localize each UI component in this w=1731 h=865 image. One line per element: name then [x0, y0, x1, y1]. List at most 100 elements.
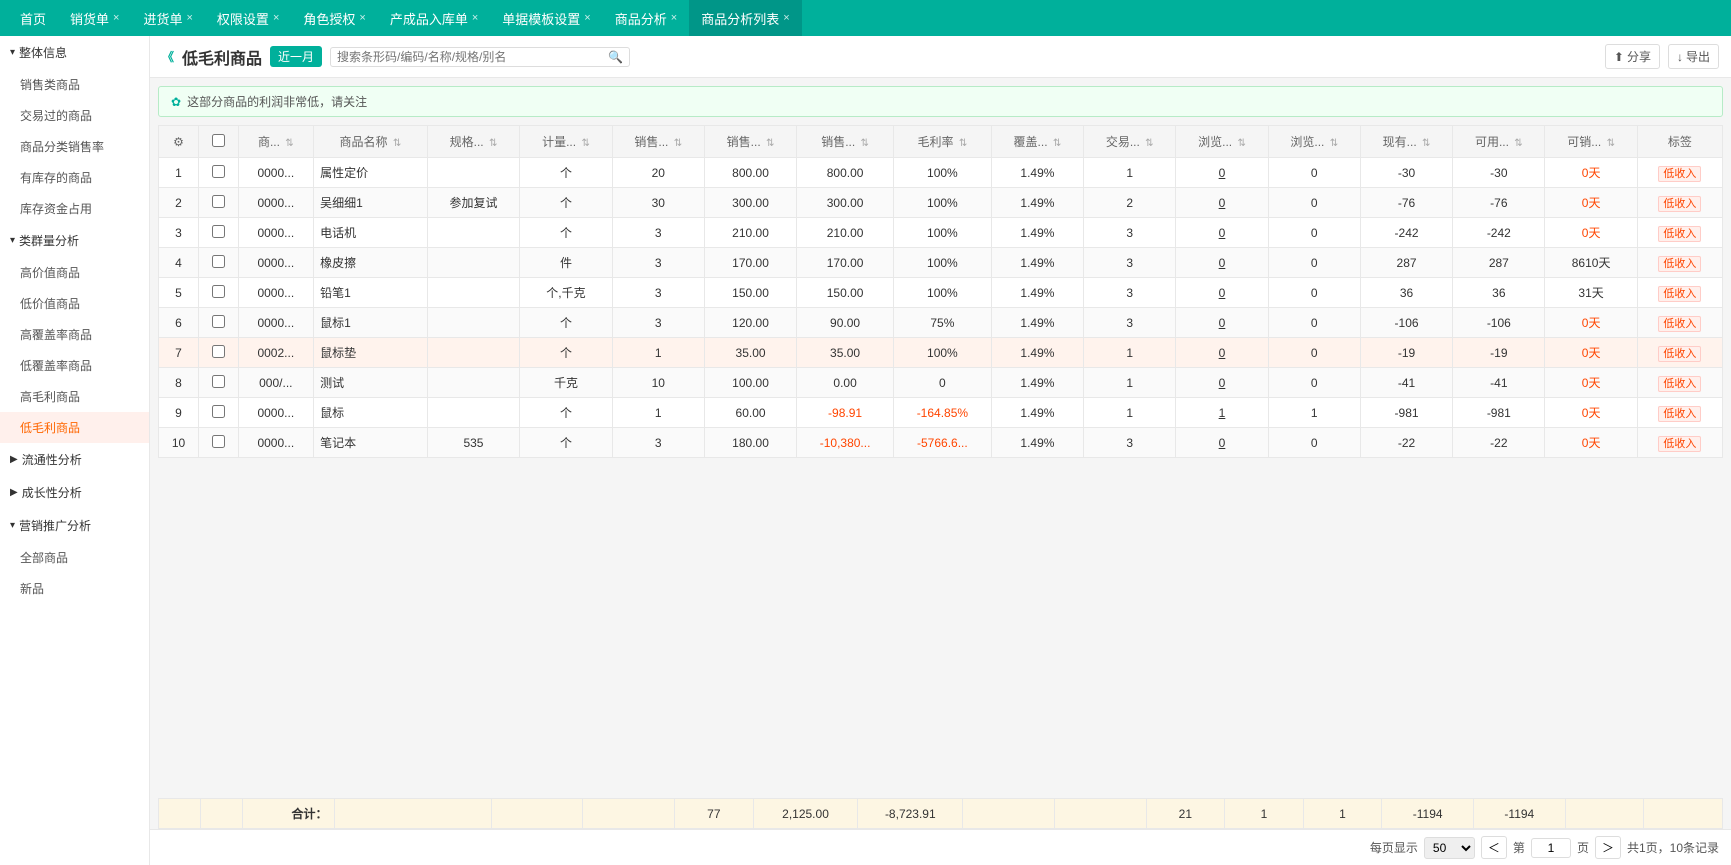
export-button[interactable]: ↓ 导出: [1668, 44, 1719, 69]
row-checkbox[interactable]: [212, 435, 225, 448]
sidebar-item-traded-goods[interactable]: 交易过的商品: [0, 100, 149, 131]
cell-checkbox[interactable]: [199, 368, 239, 398]
cell-browse1[interactable]: 0: [1176, 428, 1268, 458]
cell-checkbox[interactable]: [199, 158, 239, 188]
table-container[interactable]: ⚙ 商... ⇅ 商品名称 ⇅ 规格... ⇅ 计量... ⇅ 销售... ⇅ …: [150, 125, 1731, 798]
row-checkbox[interactable]: [212, 195, 225, 208]
cell-checkbox[interactable]: [199, 188, 239, 218]
close-icon[interactable]: ×: [472, 12, 478, 24]
sort-icon[interactable]: ⇅: [1145, 138, 1153, 149]
cell-browse1[interactable]: 0: [1176, 308, 1268, 338]
cell-checkbox[interactable]: [199, 278, 239, 308]
sort-icon[interactable]: ⇅: [581, 138, 589, 149]
cell-gross-margin: -164.85%: [893, 398, 991, 428]
nav-item-sales[interactable]: 销货单 ×: [58, 0, 131, 36]
cell-browse1[interactable]: 0: [1176, 188, 1268, 218]
close-icon[interactable]: ×: [671, 12, 677, 24]
sort-icon[interactable]: ⇅: [861, 138, 869, 149]
chevron-right-icon: ▶: [10, 454, 18, 465]
prev-page-button[interactable]: ＜: [1481, 836, 1507, 859]
sort-icon[interactable]: ⇅: [1053, 138, 1061, 149]
sort-icon[interactable]: ⇅: [766, 138, 774, 149]
nav-item-purchase[interactable]: 进货单 ×: [131, 0, 204, 36]
sidebar-item-low-value[interactable]: 低价值商品: [0, 288, 149, 319]
sidebar-group-circulation[interactable]: ▶ 流通性分析: [0, 443, 149, 476]
sidebar-item-high-margin[interactable]: 高毛利商品: [0, 381, 149, 412]
row-checkbox[interactable]: [212, 255, 225, 268]
row-checkbox[interactable]: [212, 285, 225, 298]
cell-checkbox[interactable]: [199, 218, 239, 248]
sort-icon[interactable]: ⇅: [285, 138, 293, 149]
sidebar-collapse-icon[interactable]: 《: [162, 48, 174, 65]
sort-icon[interactable]: ⇅: [1330, 138, 1338, 149]
cell-checkbox[interactable]: [199, 338, 239, 368]
cell-spec: 535: [427, 428, 520, 458]
nav-item-roles[interactable]: 角色授权 ×: [291, 0, 377, 36]
sort-icon[interactable]: ⇅: [674, 138, 682, 149]
cell-browse1[interactable]: 0: [1176, 248, 1268, 278]
sidebar-item-capital[interactable]: 库存资金占用: [0, 193, 149, 224]
cell-browse1[interactable]: 0: [1176, 278, 1268, 308]
cell-checkbox[interactable]: [199, 248, 239, 278]
row-checkbox[interactable]: [212, 345, 225, 358]
cell-browse1[interactable]: 0: [1176, 368, 1268, 398]
content-area: 《 低毛利商品 近一月 🔍 ⬆ 分享 ↓ 导出 ✿ 这部分商品的利润: [150, 36, 1731, 865]
nav-item-goods-analysis-list[interactable]: 商品分析列表 ×: [689, 0, 801, 36]
page-size-select[interactable]: 50 100 200: [1424, 837, 1475, 859]
sort-icon[interactable]: ⇅: [1514, 138, 1522, 149]
sort-icon[interactable]: ⇅: [489, 138, 497, 149]
th-checkbox[interactable]: [199, 126, 239, 158]
row-checkbox[interactable]: [212, 165, 225, 178]
nav-item-home[interactable]: 首页: [8, 0, 58, 36]
close-icon[interactable]: ×: [584, 12, 590, 24]
row-checkbox[interactable]: [212, 405, 225, 418]
search-input[interactable]: [337, 50, 608, 64]
close-icon[interactable]: ×: [113, 12, 119, 24]
close-icon[interactable]: ×: [359, 12, 365, 24]
filter-recent-month-button[interactable]: 近一月: [270, 46, 322, 67]
sidebar-item-in-stock[interactable]: 有库存的商品: [0, 162, 149, 193]
sort-icon[interactable]: ⇅: [1607, 138, 1615, 149]
sidebar-item-sales-goods[interactable]: 销售类商品: [0, 69, 149, 100]
sidebar-item-all-goods[interactable]: 全部商品: [0, 542, 149, 573]
cell-browse1[interactable]: 1: [1176, 398, 1268, 428]
cell-checkbox[interactable]: [199, 308, 239, 338]
cell-coverage: 1.49%: [991, 248, 1083, 278]
cell-browse1[interactable]: 0: [1176, 218, 1268, 248]
sidebar-group-marketing[interactable]: ▾ 营销推广分析: [0, 509, 149, 542]
page-number-input[interactable]: [1531, 838, 1571, 858]
cell-sales-qty: 1: [612, 398, 704, 428]
cell-browse1[interactable]: 0: [1176, 158, 1268, 188]
row-checkbox[interactable]: [212, 375, 225, 388]
nav-item-goods-analysis[interactable]: 商品分析 ×: [603, 0, 689, 36]
cell-checkbox[interactable]: [199, 398, 239, 428]
sidebar-item-category-rate[interactable]: 商品分类销售率: [0, 131, 149, 162]
nav-item-permissions[interactable]: 权限设置 ×: [205, 0, 291, 36]
search-icon[interactable]: 🔍: [608, 50, 623, 64]
close-icon[interactable]: ×: [783, 12, 789, 24]
sort-icon[interactable]: ⇅: [1422, 138, 1430, 149]
select-all-checkbox[interactable]: [212, 134, 225, 147]
sidebar-item-new-goods[interactable]: 新品: [0, 573, 149, 604]
sort-icon[interactable]: ⇅: [393, 138, 401, 149]
sidebar-item-high-value[interactable]: 高价值商品: [0, 257, 149, 288]
sidebar-group-overview[interactable]: ▾ 整体信息: [0, 36, 149, 69]
sidebar-group-growth[interactable]: ▶ 成长性分析: [0, 476, 149, 509]
sidebar-item-low-margin[interactable]: 低毛利商品: [0, 412, 149, 443]
close-icon[interactable]: ×: [186, 12, 192, 24]
sort-icon[interactable]: ⇅: [1237, 138, 1245, 149]
cell-browse1[interactable]: 0: [1176, 338, 1268, 368]
sidebar-group-cluster[interactable]: ▾ 类群量分析: [0, 224, 149, 257]
nav-item-products[interactable]: 产成品入库单 ×: [378, 0, 490, 36]
next-page-button[interactable]: ＞: [1595, 836, 1621, 859]
th-setting[interactable]: ⚙: [159, 126, 199, 158]
share-button[interactable]: ⬆ 分享: [1605, 44, 1660, 69]
sidebar-item-high-coverage[interactable]: 高覆盖率商品: [0, 319, 149, 350]
nav-item-template[interactable]: 单据模板设置 ×: [490, 0, 602, 36]
sort-icon[interactable]: ⇅: [959, 138, 967, 149]
cell-checkbox[interactable]: [199, 428, 239, 458]
row-checkbox[interactable]: [212, 315, 225, 328]
sidebar-item-low-coverage[interactable]: 低覆盖率商品: [0, 350, 149, 381]
row-checkbox[interactable]: [212, 225, 225, 238]
close-icon[interactable]: ×: [273, 12, 279, 24]
